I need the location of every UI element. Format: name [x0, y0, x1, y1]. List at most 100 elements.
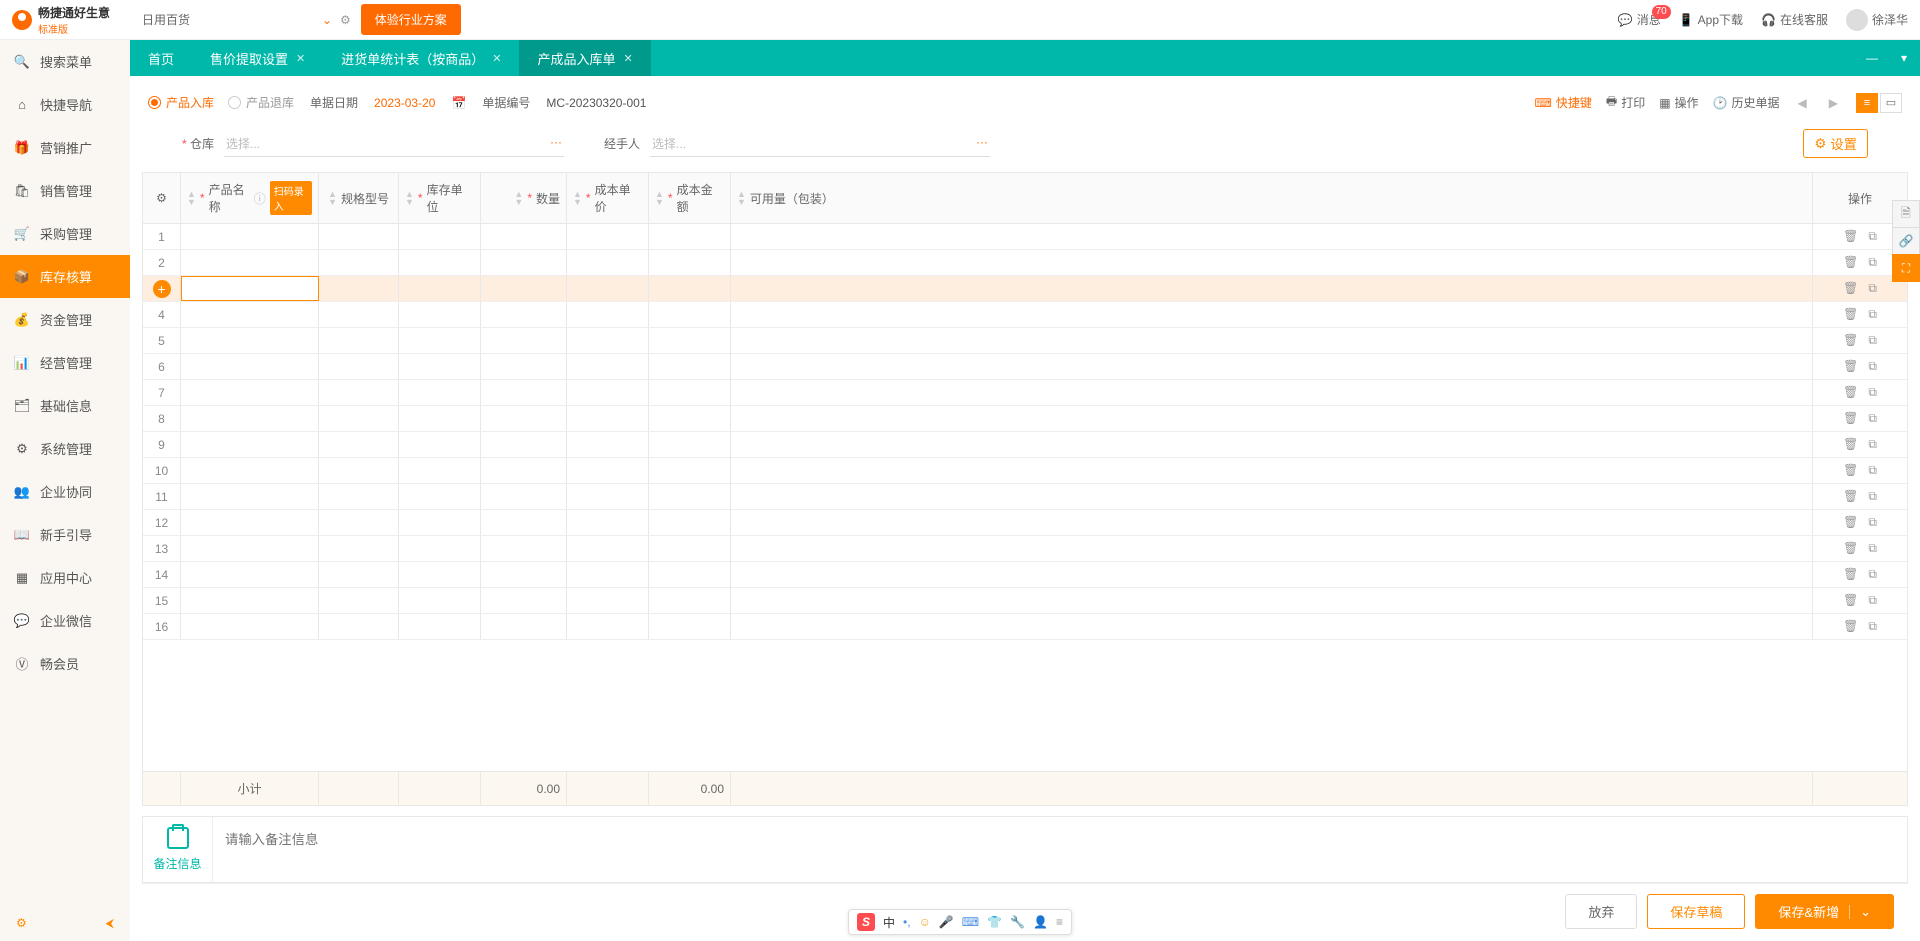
- delete-row-icon[interactable]: 🗑: [1843, 619, 1858, 634]
- ime-menu-icon[interactable]: ≡: [1056, 915, 1063, 929]
- delete-row-icon[interactable]: 🗑: [1843, 567, 1858, 582]
- delete-row-icon[interactable]: 🗑: [1843, 229, 1858, 244]
- next-arrow[interactable]: ▶: [1825, 96, 1842, 110]
- col-unit[interactable]: ▲▼*库存单位: [399, 173, 481, 223]
- copy-row-icon[interactable]: ⧉: [1868, 359, 1877, 374]
- delete-row-icon[interactable]: 🗑: [1843, 385, 1858, 400]
- sidebar-item-chart[interactable]: 📊经营管理: [0, 341, 130, 384]
- table-row[interactable]: 2🗑⧉: [143, 250, 1907, 276]
- delete-row-icon[interactable]: 🗑: [1843, 281, 1858, 296]
- col-available[interactable]: ▲▼可用量（包装）: [731, 173, 1813, 223]
- ime-user-icon[interactable]: 👤: [1033, 915, 1048, 929]
- print-button[interactable]: 🖶打印: [1606, 92, 1645, 113]
- ime-smiley-icon[interactable]: ☺: [919, 915, 931, 929]
- sidebar-item-guide[interactable]: 📖新手引导: [0, 513, 130, 556]
- add-row-button[interactable]: +: [153, 280, 171, 298]
- table-row[interactable]: 15🗑⧉: [143, 588, 1907, 614]
- copy-row-icon[interactable]: ⧉: [1868, 411, 1877, 426]
- copy-row-icon[interactable]: ⧉: [1868, 489, 1877, 504]
- user-menu[interactable]: 徐泽华: [1846, 9, 1908, 31]
- copy-row-icon[interactable]: ⧉: [1868, 385, 1877, 400]
- radio-product-out[interactable]: 产品退库: [228, 94, 294, 111]
- tab-1[interactable]: 售价提取设置✕: [192, 40, 323, 76]
- sidebar-item-home[interactable]: ⌂快捷导航: [0, 83, 130, 126]
- messages-button[interactable]: 💬 消息 70: [1618, 11, 1661, 28]
- sidebar-item-gift[interactable]: 🎁营销推广: [0, 126, 130, 169]
- copy-row-icon[interactable]: ⧉: [1868, 281, 1877, 296]
- dock-link-button[interactable]: 🔗: [1892, 227, 1920, 255]
- ime-keyboard-icon[interactable]: ⌨: [962, 915, 979, 929]
- table-row[interactable]: 12🗑⧉: [143, 510, 1907, 536]
- table-row[interactable]: 16🗑⧉: [143, 614, 1907, 640]
- sidebar-item-cart[interactable]: 🛒采购管理: [0, 212, 130, 255]
- ime-punct-icon[interactable]: •,: [903, 915, 911, 929]
- prev-arrow[interactable]: ◀: [1794, 96, 1811, 110]
- tab-3[interactable]: 产成品入库单✕: [519, 40, 650, 76]
- table-row[interactable]: 14🗑⧉: [143, 562, 1907, 588]
- tab-0[interactable]: 首页: [130, 40, 192, 76]
- table-row[interactable]: 7🗑⧉: [143, 380, 1907, 406]
- sidebar-item-bag[interactable]: 🛍销售管理: [0, 169, 130, 212]
- gear-icon[interactable]: ⚙: [340, 13, 351, 27]
- view-card-button[interactable]: ▭: [1880, 93, 1902, 113]
- col-price[interactable]: ▲▼*成本单价: [567, 173, 649, 223]
- copy-row-icon[interactable]: ⧉: [1868, 307, 1877, 322]
- support-button[interactable]: 🎧 在线客服: [1761, 11, 1828, 28]
- calendar-icon[interactable]: 📅: [451, 96, 466, 110]
- copy-row-icon[interactable]: ⧉: [1868, 463, 1877, 478]
- sidebar-item-team[interactable]: 👥企业协同: [0, 470, 130, 513]
- sidebar-item-search[interactable]: 🔍搜索菜单: [0, 40, 130, 83]
- ime-skin-icon[interactable]: 👕: [987, 915, 1002, 929]
- delete-row-icon[interactable]: 🗑: [1843, 255, 1858, 270]
- sidebar-item-wallet[interactable]: 💰资金管理: [0, 298, 130, 341]
- category-dropdown[interactable]: 日用百货 ⌄: [142, 11, 332, 28]
- table-row[interactable]: 10🗑⧉: [143, 458, 1907, 484]
- operate-button[interactable]: ▦操作: [1659, 94, 1698, 111]
- delete-row-icon[interactable]: 🗑: [1843, 541, 1858, 556]
- copy-row-icon[interactable]: ⧉: [1868, 437, 1877, 452]
- ime-mic-icon[interactable]: 🎤: [939, 915, 954, 929]
- warehouse-select[interactable]: 选择... ···: [224, 131, 564, 157]
- close-icon[interactable]: ✕: [492, 52, 501, 65]
- table-row[interactable]: 4🗑⧉: [143, 302, 1907, 328]
- close-icon[interactable]: ✕: [624, 52, 633, 65]
- save-new-button[interactable]: 保存&新增⌄: [1755, 894, 1894, 929]
- col-product-name[interactable]: ▲▼*产品名称ⓘ扫码录入: [181, 173, 319, 223]
- collapse-icon[interactable]: ⮜: [105, 916, 114, 931]
- ime-tool-icon[interactable]: 🔧: [1010, 915, 1025, 929]
- sidebar-item-apps[interactable]: ▦应用中心: [0, 556, 130, 599]
- delete-row-icon[interactable]: 🗑: [1843, 307, 1858, 322]
- col-qty[interactable]: ▲▼*数量: [481, 173, 567, 223]
- table-row[interactable]: 11🗑⧉: [143, 484, 1907, 510]
- save-draft-button[interactable]: 保存草稿: [1647, 894, 1745, 929]
- handler-select[interactable]: 选择... ···: [650, 131, 990, 157]
- copy-row-icon[interactable]: ⧉: [1868, 567, 1877, 582]
- col-amount[interactable]: ▲▼*成本金额: [649, 173, 731, 223]
- delete-row-icon[interactable]: 🗑: [1843, 437, 1858, 452]
- scan-badge[interactable]: 扫码录入: [270, 181, 312, 215]
- sidebar-item-box[interactable]: 📦库存核算: [0, 255, 130, 298]
- discard-button[interactable]: 放弃: [1565, 894, 1637, 929]
- sidebar-item-doc[interactable]: 🗂基础信息: [0, 384, 130, 427]
- copy-row-icon[interactable]: ⧉: [1868, 619, 1877, 634]
- copy-row-icon[interactable]: ⧉: [1868, 593, 1877, 608]
- col-config[interactable]: ⚙: [143, 173, 181, 223]
- table-row[interactable]: 5🗑⧉: [143, 328, 1907, 354]
- dock-expand-button[interactable]: ⛶: [1892, 254, 1920, 282]
- delete-row-icon[interactable]: 🗑: [1843, 411, 1858, 426]
- history-button[interactable]: 🕑历史单据: [1713, 94, 1780, 111]
- grid-settings-button[interactable]: ⚙设置: [1803, 129, 1868, 158]
- sidebar-item-wechat[interactable]: 💬企业微信: [0, 599, 130, 642]
- table-row[interactable]: 1🗑⧉: [143, 224, 1907, 250]
- product-name-input[interactable]: [181, 276, 319, 301]
- table-row[interactable]: 13🗑⧉: [143, 536, 1907, 562]
- ime-lang[interactable]: 中: [883, 914, 895, 931]
- tab-minimize-button[interactable]: —: [1856, 40, 1888, 76]
- delete-row-icon[interactable]: 🗑: [1843, 593, 1858, 608]
- col-spec[interactable]: ▲▼规格型号: [319, 173, 399, 223]
- app-download-button[interactable]: 📱 App下载: [1679, 11, 1743, 28]
- sidebar-item-gear[interactable]: ⚙系统管理: [0, 427, 130, 470]
- tab-2[interactable]: 进货单统计表（按商品）✕: [323, 40, 519, 76]
- cta-button[interactable]: 体验行业方案: [361, 4, 461, 35]
- table-row[interactable]: 6🗑⧉: [143, 354, 1907, 380]
